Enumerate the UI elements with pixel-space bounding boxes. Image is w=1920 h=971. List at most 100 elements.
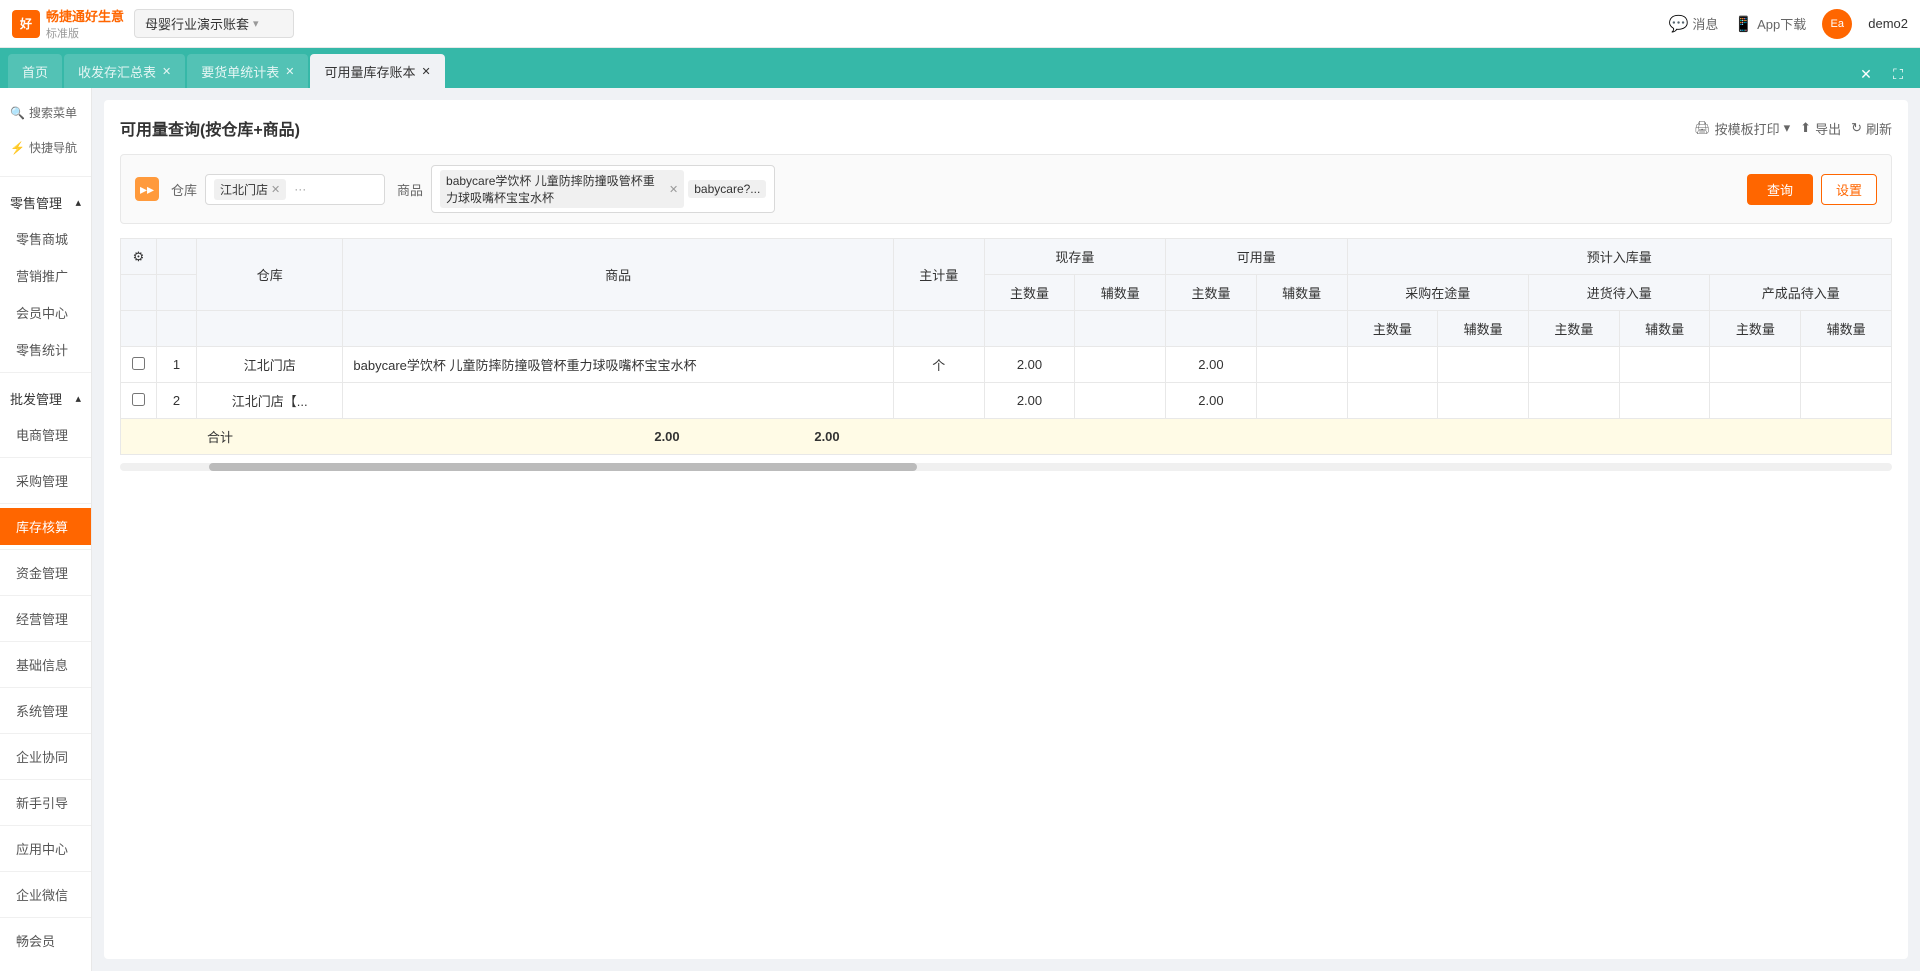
refresh-button[interactable]: ↻ 刷新 bbox=[1851, 119, 1892, 138]
th-empty-9 bbox=[1256, 311, 1347, 347]
cell-production-main bbox=[1710, 347, 1801, 383]
page-actions: 🖨 按模板打印 ▾ ⬆ 导出 ↻ 刷新 bbox=[1694, 119, 1892, 138]
tab-receive-summary[interactable]: 收发存汇总表 ✕ bbox=[64, 54, 185, 88]
th-stock-main: 主数量 bbox=[984, 275, 1075, 311]
sidebar-item-finance[interactable]: 资金管理 bbox=[0, 554, 91, 591]
remove-warehouse-tag-icon[interactable]: ✕ bbox=[271, 183, 280, 196]
th-index-2 bbox=[157, 275, 197, 311]
th-purchase-aux: 辅数量 bbox=[1438, 311, 1529, 347]
cell-stock-main: 2.00 bbox=[984, 347, 1075, 383]
sidebar-section-retail-header[interactable]: 零售管理 ▴ bbox=[0, 185, 91, 220]
warehouse-filter-label: 仓库 bbox=[171, 180, 197, 199]
top-bar-right: 💬 消息 📱 App下载 Ea demo2 bbox=[1668, 9, 1908, 39]
th-empty-3 bbox=[197, 311, 343, 347]
filter-more-icon[interactable]: ··· bbox=[294, 182, 306, 196]
th-forecast-group: 预计入库量 bbox=[1347, 239, 1891, 275]
th-warehouse: 仓库 bbox=[197, 239, 343, 311]
product-filter-input[interactable]: babycare学饮杯 儿童防摔防撞吸管杯重力球吸嘴杯宝宝水杯 ✕ babyca… bbox=[431, 165, 775, 213]
warehouse-tag: 江北门店 ✕ bbox=[214, 179, 286, 200]
export-icon: ⬆ bbox=[1800, 120, 1811, 136]
sidebar-section-wholesale-header[interactable]: 批发管理 ▴ bbox=[0, 381, 91, 416]
tab-close-icon[interactable]: ✕ bbox=[162, 65, 171, 78]
message-button[interactable]: 💬 消息 bbox=[1668, 14, 1718, 34]
th-production-aux: 辅数量 bbox=[1801, 311, 1892, 347]
export-button[interactable]: ⬆ 导出 bbox=[1800, 119, 1841, 138]
sidebar-divider-10 bbox=[0, 779, 91, 780]
tab-close-icon[interactable]: ✕ bbox=[285, 65, 294, 78]
sidebar-item-enterprise-wechat[interactable]: 企业微信 bbox=[0, 876, 91, 913]
sidebar-divider-8 bbox=[0, 687, 91, 688]
sidebar-item-retail-stats[interactable]: 零售统计 bbox=[0, 331, 91, 368]
chevron-right-icon: ▸▸ bbox=[140, 181, 154, 198]
print-button[interactable]: 🖨 按模板打印 ▾ bbox=[1694, 119, 1790, 138]
horizontal-scrollbar[interactable] bbox=[120, 463, 1892, 471]
table-row: 2 江北门店【... 2.00 2.00 bbox=[121, 383, 1892, 419]
expand-tabs-button[interactable]: ⛶ bbox=[1884, 60, 1912, 88]
th-incoming-main: 主数量 bbox=[1529, 311, 1620, 347]
cell-available-main: 2.00 bbox=[1166, 383, 1257, 419]
th-index bbox=[157, 239, 197, 275]
sidebar-item-member[interactable]: 畅会员 bbox=[0, 922, 91, 959]
app-download-button[interactable]: 📱 App下载 bbox=[1734, 14, 1806, 33]
cell-incoming-aux bbox=[1619, 383, 1710, 419]
sidebar-item-purchase[interactable]: 采购管理 bbox=[0, 462, 91, 499]
product-filter-label: 商品 bbox=[397, 180, 423, 199]
cell-warehouse: 江北门店【... bbox=[197, 383, 343, 419]
sidebar-item-basics[interactable]: 基础信息 bbox=[0, 646, 91, 683]
sidebar-item-operations[interactable]: 经营管理 bbox=[0, 600, 91, 637]
sidebar-item-inventory[interactable]: 库存核算 bbox=[0, 508, 91, 545]
th-empty-1 bbox=[121, 311, 157, 347]
th-empty-4 bbox=[343, 311, 893, 347]
cell-index: 1 bbox=[157, 347, 197, 383]
sidebar-divider-13 bbox=[0, 917, 91, 918]
tab-close-icon[interactable]: ✕ bbox=[422, 65, 431, 78]
scrollbar-thumb[interactable] bbox=[209, 463, 918, 471]
sidebar-item-retail-mall[interactable]: 零售商城 bbox=[0, 220, 91, 257]
sidebar-divider-5 bbox=[0, 549, 91, 550]
cell-incoming-aux bbox=[1619, 347, 1710, 383]
sidebar-search-button[interactable]: 🔍 搜索菜单 bbox=[4, 96, 87, 129]
sidebar-item-app-center[interactable]: 应用中心 bbox=[0, 830, 91, 867]
tab-home[interactable]: 首页 bbox=[8, 54, 62, 88]
sidebar-item-ecommerce[interactable]: 电商管理 bbox=[0, 416, 91, 453]
th-purchase-main: 主数量 bbox=[1347, 311, 1438, 347]
sidebar-divider-7 bbox=[0, 641, 91, 642]
cell-checkbox[interactable] bbox=[121, 383, 157, 419]
filter-actions: 查询 设置 bbox=[1747, 174, 1877, 205]
remove-product-tag-1-icon[interactable]: ✕ bbox=[669, 183, 678, 196]
sidebar-item-enterprise-collab[interactable]: 企业协同 bbox=[0, 738, 91, 775]
cell-purchase-aux bbox=[1438, 383, 1529, 419]
tab-available-stock[interactable]: 可用量库存账本 ✕ bbox=[310, 54, 444, 88]
sidebar-quicknav-button[interactable]: ⚡ 快捷导航 bbox=[4, 131, 87, 164]
org-selector[interactable]: 母婴行业演示账套 ▾ bbox=[134, 9, 294, 38]
th-empty-2 bbox=[157, 311, 197, 347]
cell-available-aux bbox=[1256, 347, 1347, 383]
th-incoming-group: 进货待入量 bbox=[1529, 275, 1710, 311]
cell-incoming-main bbox=[1529, 383, 1620, 419]
sidebar-divider-3 bbox=[0, 457, 91, 458]
sidebar-item-members[interactable]: 会员中心 bbox=[0, 294, 91, 331]
print-icon: 🖨 bbox=[1694, 120, 1711, 136]
query-button[interactable]: 查询 bbox=[1747, 174, 1813, 205]
top-bar-left: 好 畅捷通好生意 标准版 母婴行业演示账套 ▾ bbox=[12, 6, 294, 41]
product-tag-2: babycare?... bbox=[688, 180, 766, 198]
sidebar-item-system[interactable]: 系统管理 bbox=[0, 692, 91, 729]
footer-available-main: 2.00 bbox=[787, 429, 867, 444]
close-all-tabs-button[interactable]: ✕ bbox=[1852, 60, 1880, 88]
sidebar-item-marketing[interactable]: 营销推广 bbox=[0, 257, 91, 294]
nav-tabs: 首页 收发存汇总表 ✕ 要货单统计表 ✕ 可用量库存账本 ✕ ✕ ⛶ bbox=[0, 48, 1920, 88]
cell-available-main: 2.00 bbox=[1166, 347, 1257, 383]
warehouse-filter-input[interactable]: 江北门店 ✕ ··· bbox=[205, 174, 385, 205]
sidebar-divider-12 bbox=[0, 871, 91, 872]
setting-button[interactable]: 设置 bbox=[1821, 174, 1877, 205]
cell-main-unit: 个 bbox=[893, 347, 984, 383]
filter-expand-button[interactable]: ▸▸ bbox=[135, 177, 159, 201]
cell-production-aux bbox=[1801, 383, 1892, 419]
user-avatar[interactable]: Ea bbox=[1822, 9, 1852, 39]
sidebar-item-newbie[interactable]: 新手引导 bbox=[0, 784, 91, 821]
tab-order-stats[interactable]: 要货单统计表 ✕ bbox=[187, 54, 308, 88]
cell-main-unit bbox=[893, 383, 984, 419]
sidebar-divider-4 bbox=[0, 503, 91, 504]
th-settings[interactable]: ⚙ bbox=[121, 239, 157, 275]
cell-checkbox[interactable] bbox=[121, 347, 157, 383]
